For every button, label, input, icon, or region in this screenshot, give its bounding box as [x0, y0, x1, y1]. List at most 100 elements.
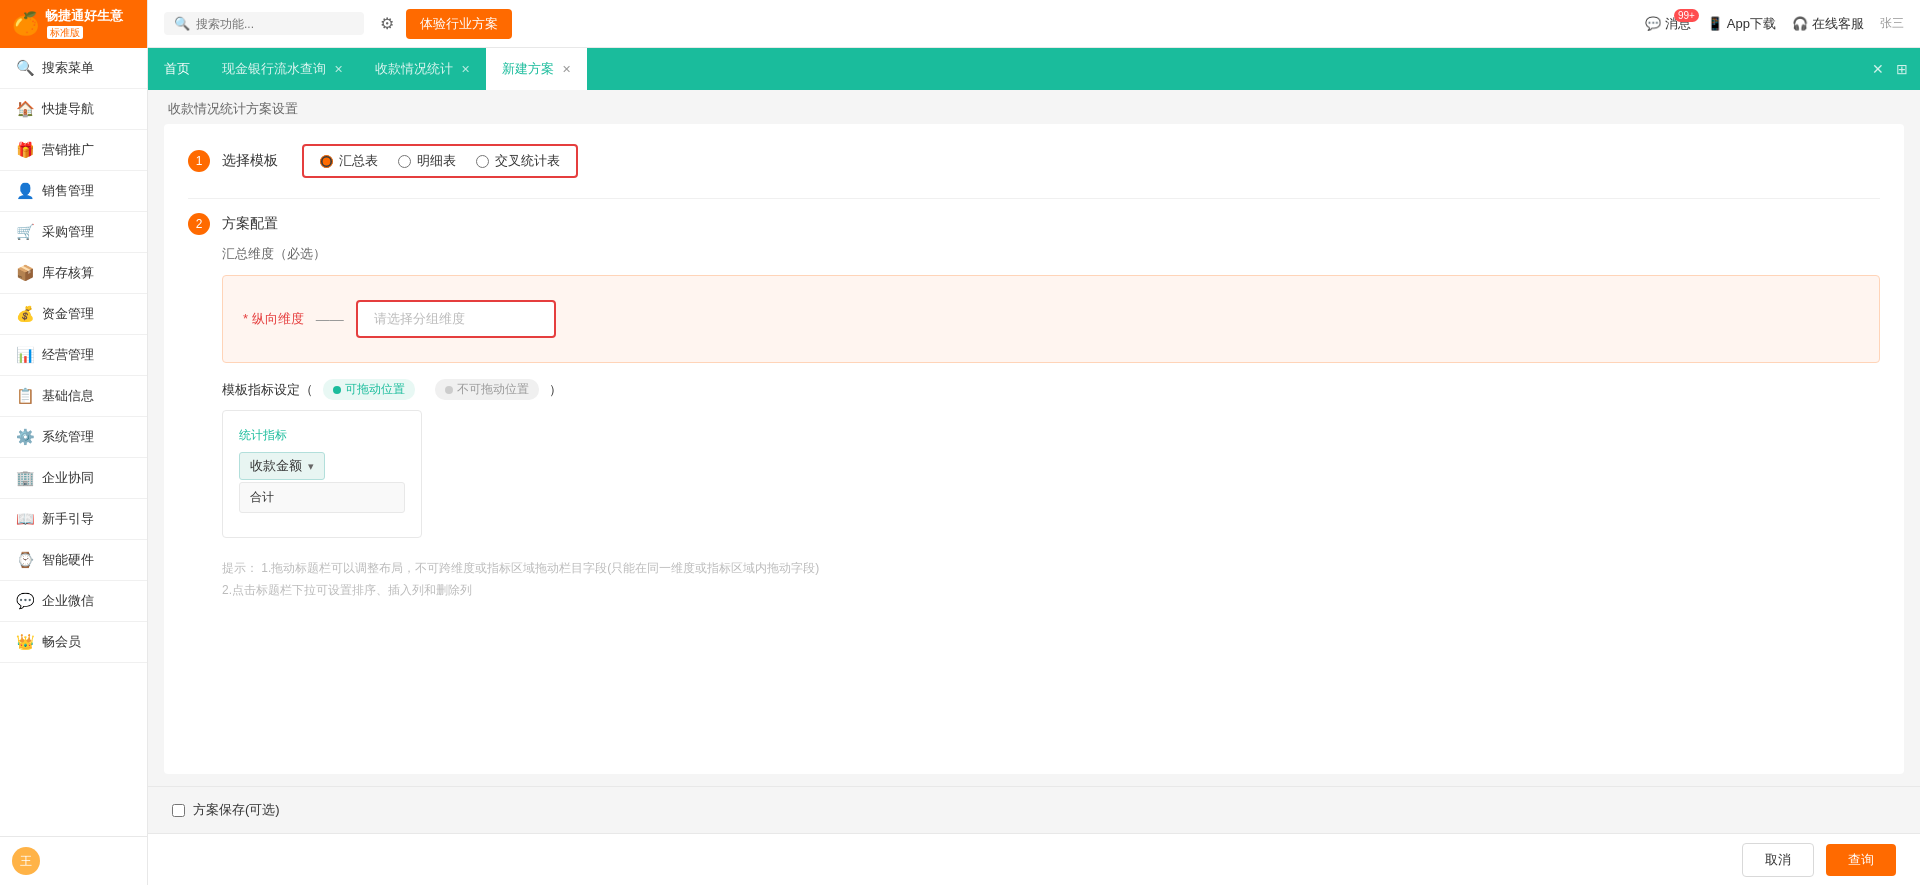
sidebar-item-wechat[interactable]: 💬 企业微信	[0, 581, 147, 622]
basic-info-icon: 📋	[16, 387, 34, 405]
sidebar-item-finance[interactable]: 💰 资金管理	[0, 294, 147, 335]
radio-detail[interactable]: 明细表	[398, 152, 456, 170]
save-checkbox[interactable]	[172, 804, 185, 817]
sidebar-item-label: 库存核算	[42, 264, 94, 282]
sidebar-item-label: 资金管理	[42, 305, 94, 323]
radio-cross[interactable]: 交叉统计表	[476, 152, 560, 170]
tab-bank-flow-label: 现金银行流水查询	[222, 60, 326, 78]
non-draggable-dot	[445, 386, 453, 394]
dimension-row: * 纵向维度 —— 请选择分组维度	[243, 300, 1859, 338]
tip-line1: 提示： 1.拖动标题栏可以调整布局，不可跨维度或指标区域拖动栏目字段(只能在同一…	[222, 558, 1880, 580]
avatar: 王	[12, 847, 40, 875]
sidebar-bottom: 王	[0, 836, 147, 885]
sidebar-item-sales[interactable]: 👤 销售管理	[0, 171, 147, 212]
page-card: 1 选择模板 汇总表 明细表 交叉统计表	[164, 124, 1904, 774]
search-input[interactable]	[196, 17, 336, 31]
step2-badge: 2	[188, 213, 210, 235]
radio-summary[interactable]: 汇总表	[320, 152, 378, 170]
operations-icon: 📊	[16, 346, 34, 364]
radio-cross-input[interactable]	[476, 155, 489, 168]
top-header: 🔍 ⚙ 体验行业方案 💬 消息 99+ 📱 App下载 🎧 在线客服 张三	[148, 0, 1920, 48]
maximize-icon[interactable]: ⊞	[1896, 61, 1908, 77]
metric-group: 统计指标 收款金额 ▾ 合计	[239, 423, 405, 513]
finance-icon: 💰	[16, 305, 34, 323]
dimension-area: * 纵向维度 —— 请选择分组维度	[222, 275, 1880, 363]
metric-sub-total: 合计	[239, 482, 405, 513]
tab-new-plan-close[interactable]: ✕	[562, 64, 571, 75]
page-content: 收款情况统计方案设置 1 选择模板 汇总表 明细表	[148, 90, 1920, 885]
tips-section: 提示： 1.拖动标题栏可以调整布局，不可跨维度或指标区域拖动栏目字段(只能在同一…	[222, 558, 1880, 601]
search-icon: 🔍	[174, 16, 190, 31]
wechat-icon: 💬	[16, 592, 34, 610]
tab-bank-flow-close[interactable]: ✕	[334, 64, 343, 75]
sidebar-item-label: 新手引导	[42, 510, 94, 528]
search-menu-icon: 🔍	[16, 59, 34, 77]
message-icon: 💬	[1645, 16, 1661, 31]
hardware-icon: ⌚	[16, 551, 34, 569]
radio-detail-label: 明细表	[417, 152, 456, 170]
sidebar-item-member[interactable]: 👑 畅会员	[0, 622, 147, 663]
sidebar-item-label: 企业微信	[42, 592, 94, 610]
sidebar-item-marketing[interactable]: 🎁 营销推广	[0, 130, 147, 171]
sidebar-item-guide[interactable]: 📖 新手引导	[0, 499, 147, 540]
sidebar: 🍊 畅捷通好生意 标准版 🔍 搜索菜单 🏠 快捷导航 🎁 营销推广 👤 销售管理…	[0, 0, 148, 885]
radio-detail-input[interactable]	[398, 155, 411, 168]
draggable-dot	[333, 386, 341, 394]
message-badge: 99+	[1674, 9, 1699, 22]
service-icon: 🎧	[1792, 16, 1808, 31]
logo-text: 畅捷通好生意	[45, 8, 123, 24]
template-select-area: 汇总表 明细表 交叉统计表	[302, 144, 578, 178]
save-label[interactable]: 方案保存(可选)	[193, 801, 280, 819]
metric-tag-amount[interactable]: 收款金额 ▾	[239, 452, 325, 480]
close-window-icon[interactable]: ✕	[1872, 61, 1884, 77]
metric-table-area: 统计指标 收款金额 ▾ 合计	[222, 410, 422, 538]
sidebar-item-label: 营销推广	[42, 141, 94, 159]
enterprise-icon: 🏢	[16, 469, 34, 487]
tab-new-plan[interactable]: 新建方案 ✕	[486, 48, 587, 90]
step1-label: 选择模板	[222, 152, 278, 170]
tab-collection-stat-close[interactable]: ✕	[461, 64, 470, 75]
sales-icon: 👤	[16, 182, 34, 200]
sidebar-item-label: 搜索菜单	[42, 59, 94, 77]
sidebar-item-label: 基础信息	[42, 387, 94, 405]
tip-line2: 2.点击标题栏下拉可设置排序、插入列和删除列	[222, 580, 1880, 602]
dimension-select-box[interactable]: 请选择分组维度	[356, 300, 556, 338]
sidebar-item-label: 智能硬件	[42, 551, 94, 569]
sidebar-item-hardware[interactable]: ⌚ 智能硬件	[0, 540, 147, 581]
sidebar-item-inventory[interactable]: 📦 库存核算	[0, 253, 147, 294]
sidebar-item-basic-info[interactable]: 📋 基础信息	[0, 376, 147, 417]
tab-collection-stat[interactable]: 收款情况统计 ✕	[359, 48, 486, 90]
metric-dropdown-icon: ▾	[308, 460, 314, 473]
tab-bank-flow[interactable]: 现金银行流水查询 ✕	[206, 48, 359, 90]
search-box[interactable]: 🔍	[164, 12, 364, 35]
guide-icon: 📖	[16, 510, 34, 528]
sidebar-item-purchase[interactable]: 🛒 采购管理	[0, 212, 147, 253]
cancel-button[interactable]: 取消	[1742, 843, 1814, 877]
app-download-action[interactable]: 📱 App下载	[1707, 15, 1776, 33]
sidebar-item-system[interactable]: ⚙️ 系统管理	[0, 417, 147, 458]
metric-setting-label: 模板指标设定（ 可拖动位置 不可拖动位置 ）	[222, 379, 1880, 400]
sidebar-item-enterprise[interactable]: 🏢 企业协同	[0, 458, 147, 499]
phone-icon: 📱	[1707, 16, 1723, 31]
save-row: 方案保存(可选)	[148, 786, 1920, 833]
inventory-icon: 📦	[16, 264, 34, 282]
radio-summary-input[interactable]	[320, 155, 333, 168]
sidebar-item-quick-nav[interactable]: 🏠 快捷导航	[0, 89, 147, 130]
message-action[interactable]: 💬 消息 99+	[1645, 15, 1691, 33]
quick-nav-icon: 🏠	[16, 100, 34, 118]
sidebar-item-label: 销售管理	[42, 182, 94, 200]
query-button[interactable]: 查询	[1826, 844, 1896, 876]
sidebar-item-search-menu[interactable]: 🔍 搜索菜单	[0, 48, 147, 89]
sidebar-item-operations[interactable]: 📊 经营管理	[0, 335, 147, 376]
marketing-icon: 🎁	[16, 141, 34, 159]
tab-controls: ✕ ⊞	[1860, 61, 1920, 77]
sidebar-item-label: 企业协同	[42, 469, 94, 487]
try-industry-button[interactable]: 体验行业方案	[406, 9, 512, 39]
tab-home[interactable]: 首页	[148, 48, 206, 90]
user-name[interactable]: 张三	[1880, 15, 1904, 32]
online-service-action[interactable]: 🎧 在线客服	[1792, 15, 1864, 33]
gear-icon[interactable]: ⚙	[380, 14, 394, 33]
main-content: 🔍 ⚙ 体验行业方案 💬 消息 99+ 📱 App下载 🎧 在线客服 张三	[148, 0, 1920, 885]
step1-row: 1 选择模板 汇总表 明细表 交叉统计表	[188, 144, 1880, 178]
member-icon: 👑	[16, 633, 34, 651]
